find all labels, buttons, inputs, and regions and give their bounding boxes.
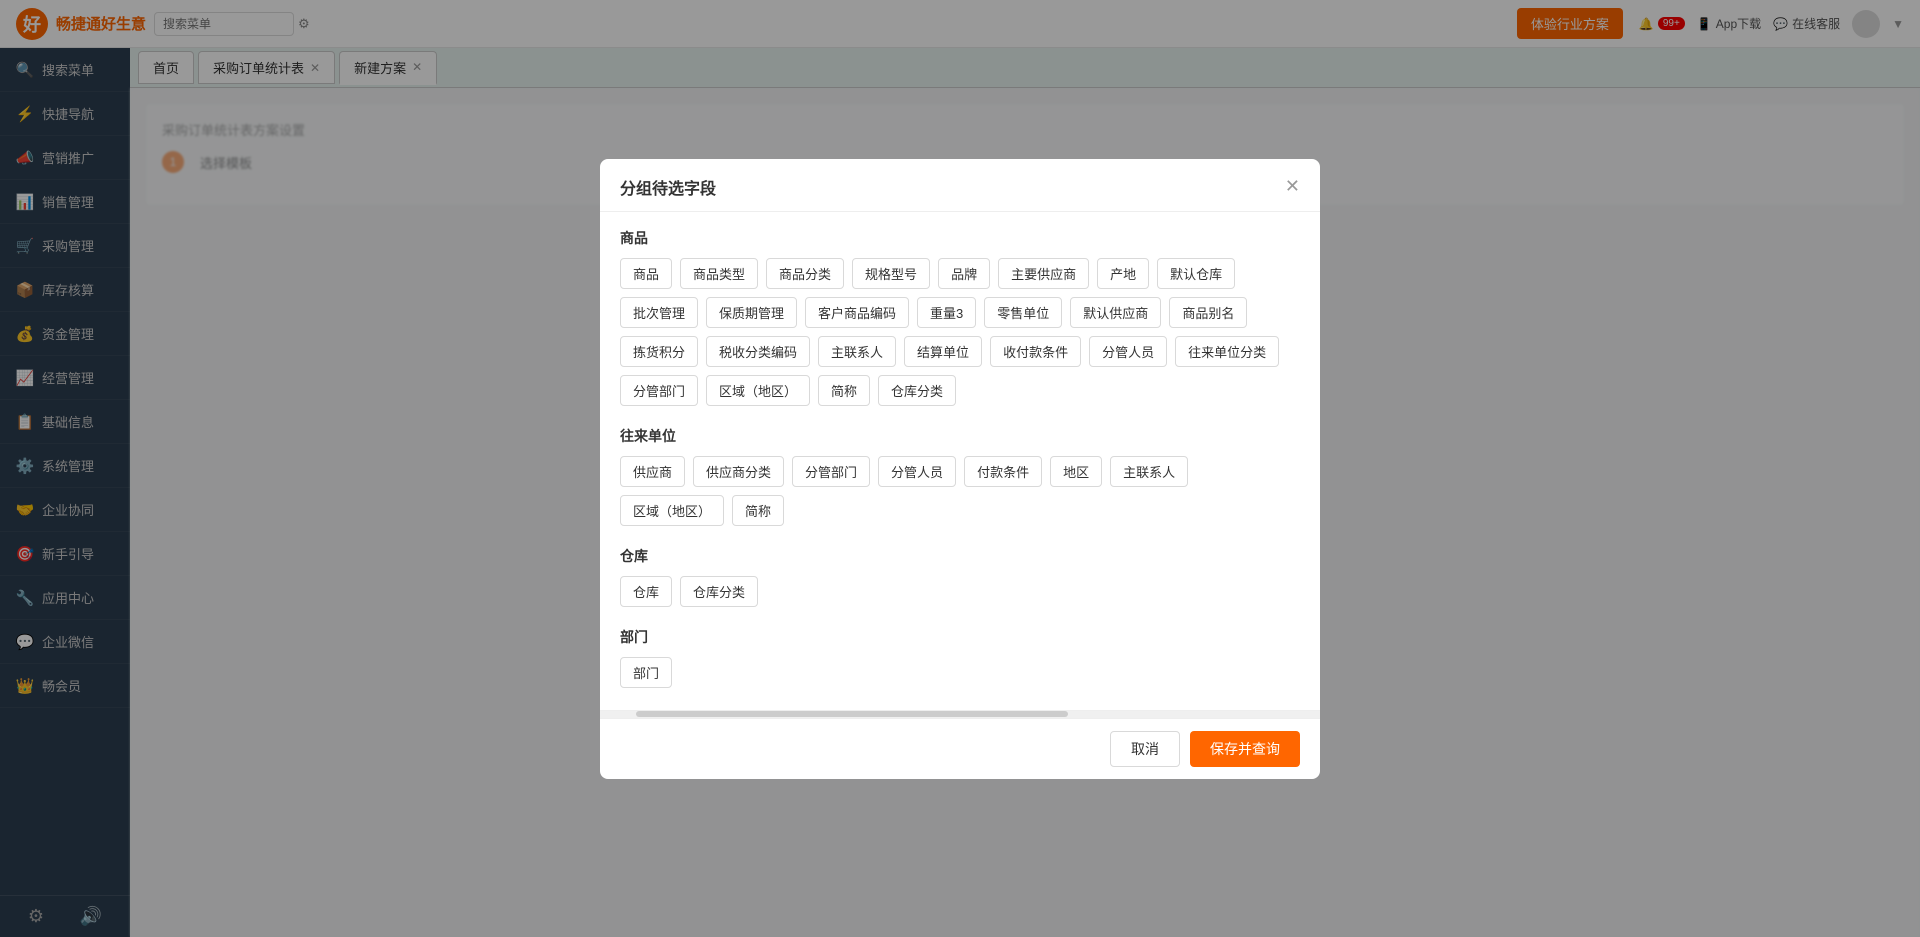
scrollbar-thumb xyxy=(636,711,1068,717)
field-tag-partner-6[interactable]: 主联系人 xyxy=(1110,456,1188,487)
field-tag-goods-25[interactable]: 仓库分类 xyxy=(878,375,956,406)
field-tag-department-0[interactable]: 部门 xyxy=(620,657,672,688)
field-tag-goods-7[interactable]: 默认仓库 xyxy=(1157,258,1235,289)
field-tag-partner-7[interactable]: 区域（地区） xyxy=(620,495,724,526)
field-tag-partner-2[interactable]: 分管部门 xyxy=(792,456,870,487)
section-title-department: 部门 xyxy=(620,627,1300,647)
field-tag-goods-23[interactable]: 区域（地区） xyxy=(706,375,810,406)
modal-title: 分组待选字段 xyxy=(620,175,716,199)
field-tag-goods-9[interactable]: 保质期管理 xyxy=(706,297,797,328)
field-tag-goods-19[interactable]: 收付款条件 xyxy=(990,336,1081,367)
field-tag-goods-12[interactable]: 零售单位 xyxy=(984,297,1062,328)
section-title-warehouse: 仓库 xyxy=(620,546,1300,566)
field-tag-goods-10[interactable]: 客户商品编码 xyxy=(805,297,909,328)
section-title-goods: 商品 xyxy=(620,228,1300,248)
field-tag-partner-4[interactable]: 付款条件 xyxy=(964,456,1042,487)
field-tag-goods-3[interactable]: 规格型号 xyxy=(852,258,930,289)
field-tag-goods-1[interactable]: 商品类型 xyxy=(680,258,758,289)
field-section-partner: 往来单位供应商供应商分类分管部门分管人员付款条件地区主联系人区域（地区） 简称 xyxy=(620,426,1300,526)
field-tag-goods-20[interactable]: 分管人员 xyxy=(1089,336,1167,367)
modal-close-button[interactable]: ✕ xyxy=(1285,176,1300,197)
field-tag-goods-0[interactable]: 商品 xyxy=(620,258,672,289)
field-tag-goods-11[interactable]: 重量3 xyxy=(917,297,976,328)
field-tags-warehouse: 仓库仓库分类 xyxy=(620,576,1300,607)
field-tag-goods-22[interactable]: 分管部门 xyxy=(620,375,698,406)
field-tag-partner-1[interactable]: 供应商分类 xyxy=(693,456,784,487)
field-tag-goods-5[interactable]: 主要供应商 xyxy=(998,258,1089,289)
modal-footer: 取消 保存并查询 xyxy=(600,718,1320,779)
horizontal-scrollbar[interactable] xyxy=(600,710,1320,718)
field-section-department: 部门部门 xyxy=(620,627,1300,688)
field-tag-goods-8[interactable]: 批次管理 xyxy=(620,297,698,328)
field-tag-goods-18[interactable]: 结算单位 xyxy=(904,336,982,367)
section-title-partner: 往来单位 xyxy=(620,426,1300,446)
field-tag-goods-21[interactable]: 往来单位分类 xyxy=(1175,336,1279,367)
field-tag-warehouse-1[interactable]: 仓库分类 xyxy=(680,576,758,607)
modal-body: 商品商品商品类型商品分类规格型号品牌主要供应商产地默认仓库批次管理保质期管理客户… xyxy=(600,212,1320,710)
field-tag-goods-14[interactable]: 商品别名 xyxy=(1169,297,1247,328)
field-tag-goods-2[interactable]: 商品分类 xyxy=(766,258,844,289)
modal-header: 分组待选字段 ✕ xyxy=(600,159,1320,212)
field-tag-partner-5[interactable]: 地区 xyxy=(1050,456,1102,487)
field-tag-partner-8[interactable]: 简称 xyxy=(732,495,784,526)
field-section-goods: 商品商品商品类型商品分类规格型号品牌主要供应商产地默认仓库批次管理保质期管理客户… xyxy=(620,228,1300,406)
field-tag-goods-16[interactable]: 税收分类编码 xyxy=(706,336,810,367)
field-tag-goods-4[interactable]: 品牌 xyxy=(938,258,990,289)
field-tag-goods-13[interactable]: 默认供应商 xyxy=(1070,297,1161,328)
modal-overlay: 分组待选字段 ✕ 商品商品商品类型商品分类规格型号品牌主要供应商产地默认仓库批次… xyxy=(0,0,1920,937)
field-tags-partner: 供应商供应商分类分管部门分管人员付款条件地区主联系人区域（地区） 简称 xyxy=(620,456,1300,526)
field-tag-goods-6[interactable]: 产地 xyxy=(1097,258,1149,289)
field-tag-goods-15[interactable]: 拣货积分 xyxy=(620,336,698,367)
save-button[interactable]: 保存并查询 xyxy=(1190,731,1300,767)
field-tag-goods-17[interactable]: 主联系人 xyxy=(818,336,896,367)
field-tag-goods-24[interactable]: 简称 xyxy=(818,375,870,406)
field-section-warehouse: 仓库仓库仓库分类 xyxy=(620,546,1300,607)
cancel-button[interactable]: 取消 xyxy=(1110,731,1180,767)
field-tags-department: 部门 xyxy=(620,657,1300,688)
field-tag-partner-0[interactable]: 供应商 xyxy=(620,456,685,487)
modal-dialog: 分组待选字段 ✕ 商品商品商品类型商品分类规格型号品牌主要供应商产地默认仓库批次… xyxy=(600,159,1320,779)
field-tag-partner-3[interactable]: 分管人员 xyxy=(878,456,956,487)
field-tags-goods: 商品商品类型商品分类规格型号品牌主要供应商产地默认仓库批次管理保质期管理客户商品… xyxy=(620,258,1300,406)
field-tag-warehouse-0[interactable]: 仓库 xyxy=(620,576,672,607)
